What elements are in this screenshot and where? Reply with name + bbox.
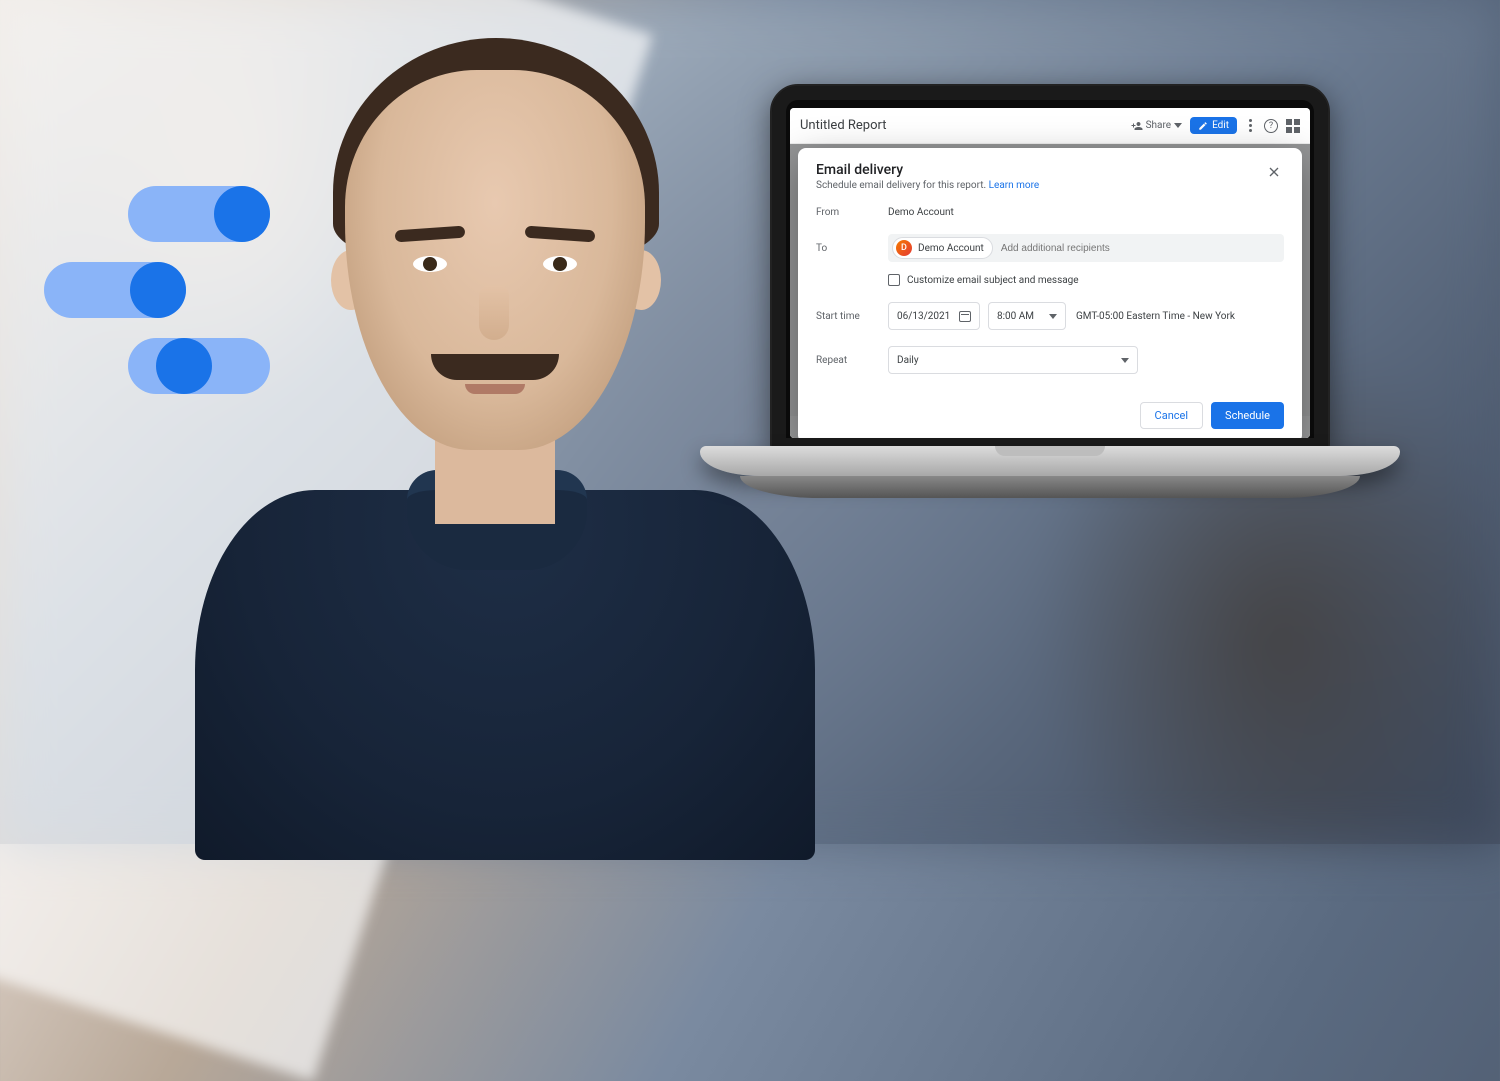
dialog-subtitle-text: Schedule email delivery for this report. [816, 180, 986, 191]
report-title[interactable]: Untitled Report [800, 118, 886, 133]
calendar-icon [959, 310, 971, 322]
timezone-text: GMT-05:00 Eastern Time - New York [1076, 311, 1235, 322]
from-value: Demo Account [888, 207, 1284, 218]
customize-row[interactable]: Customize email subject and message [888, 274, 1284, 286]
pencil-icon [1198, 121, 1208, 131]
caret-down-icon [1121, 358, 1129, 363]
from-row: From Demo Account [816, 207, 1284, 218]
repeat-field[interactable]: Daily [888, 346, 1138, 374]
share-label: Share [1146, 120, 1171, 131]
start-time-row: Start time 06/13/2021 8:00 AM GMT-05:00 … [816, 302, 1284, 330]
close-icon [1266, 164, 1282, 180]
repeat-value: Daily [897, 355, 919, 366]
repeat-label: Repeat [816, 355, 888, 366]
recipient-chip-name: Demo Account [918, 243, 984, 254]
cancel-button[interactable]: Cancel [1140, 402, 1203, 429]
dialog-subtitle: Schedule email delivery for this report.… [816, 180, 1039, 191]
learn-more-link[interactable]: Learn more [989, 180, 1040, 191]
dialog-actions: Cancel Schedule [816, 402, 1284, 429]
date-field[interactable]: 06/13/2021 [888, 302, 980, 330]
laptop-base [700, 446, 1400, 476]
laptop-foot [740, 476, 1360, 498]
app-header: Untitled Report Share Edit ? [790, 108, 1310, 144]
repeat-row: Repeat Daily [816, 346, 1284, 374]
share-button[interactable]: Share [1131, 120, 1182, 132]
email-delivery-dialog: Email delivery Schedule email delivery f… [798, 148, 1302, 438]
schedule-button[interactable]: Schedule [1211, 402, 1284, 429]
add-recipients-field[interactable] [1001, 243, 1280, 254]
start-time-label: Start time [816, 311, 888, 322]
help-icon[interactable]: ? [1264, 119, 1278, 133]
edit-button[interactable]: Edit [1190, 117, 1237, 134]
app-body: The Google Merchandise Store - Log in Em… [790, 144, 1310, 438]
laptop-mockup: Untitled Report Share Edit ? [700, 84, 1400, 522]
laptop-screen: Untitled Report Share Edit ? [790, 108, 1310, 438]
more-vert-icon[interactable] [1249, 124, 1252, 127]
caret-down-icon [1049, 314, 1057, 319]
checkbox-icon[interactable] [888, 274, 900, 286]
time-field[interactable]: 8:00 AM [988, 302, 1066, 330]
edit-label: Edit [1212, 120, 1229, 131]
avatar: D [896, 240, 912, 256]
person-add-icon [1131, 120, 1143, 132]
recipient-chip[interactable]: D Demo Account [892, 237, 993, 259]
date-value: 06/13/2021 [897, 311, 950, 322]
from-label: From [816, 207, 888, 218]
close-button[interactable] [1264, 162, 1284, 185]
to-label: To [816, 243, 888, 254]
customize-label: Customize email subject and message [907, 275, 1079, 286]
apps-grid-icon[interactable] [1286, 119, 1300, 133]
to-row: To D Demo Account [816, 234, 1284, 262]
dialog-title: Email delivery [816, 162, 1039, 178]
recipients-input[interactable]: D Demo Account [888, 234, 1284, 262]
caret-down-icon [1174, 123, 1182, 128]
time-value: 8:00 AM [997, 311, 1034, 322]
